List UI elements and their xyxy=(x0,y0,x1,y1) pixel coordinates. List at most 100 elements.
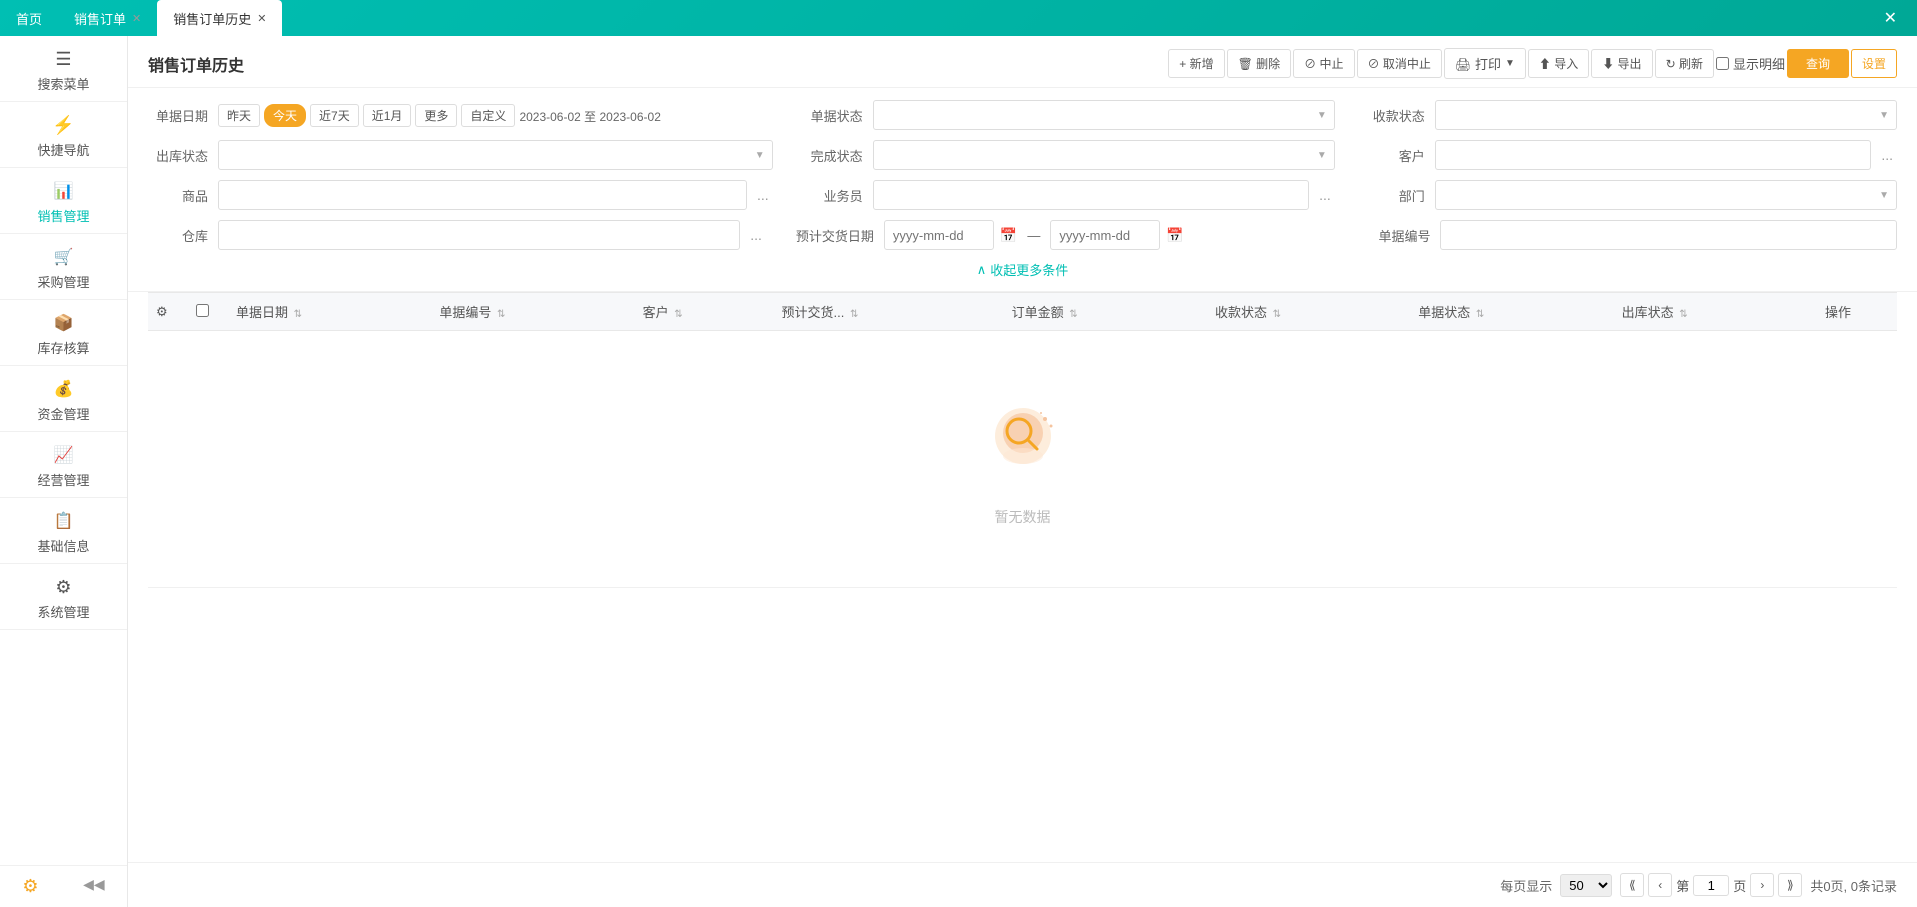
customer-label: 客户 xyxy=(1365,146,1435,165)
date-yesterday[interactable]: 昨天 xyxy=(218,104,260,127)
th-customer[interactable]: 客户 ⇅ xyxy=(635,293,774,331)
date-more[interactable]: 更多 xyxy=(415,104,457,127)
settings-button[interactable]: 设置 xyxy=(1851,49,1897,78)
date-custom[interactable]: 自定义 xyxy=(461,104,515,127)
stop-button[interactable]: ⊘ 中止 xyxy=(1293,49,1354,78)
order-no-input[interactable] xyxy=(1440,220,1897,250)
sidebar-item-search-menu-label: 搜索菜单 xyxy=(37,74,89,93)
th-order-no[interactable]: 单据编号 ⇅ xyxy=(431,293,634,331)
show-detail-input[interactable] xyxy=(1716,57,1729,70)
goods-ellipsis[interactable]: ... xyxy=(753,187,773,203)
th-checkbox xyxy=(188,293,228,331)
th-payment-status[interactable]: 收款状态 ⇅ xyxy=(1207,293,1410,331)
sidebar-item-finance[interactable]: 💰 资金管理 xyxy=(0,366,127,432)
tab-sales-order[interactable]: 销售订单 ✕ xyxy=(58,0,157,36)
order-no-label: 单据编号 xyxy=(1370,226,1440,245)
collapse-link[interactable]: ∧ 收起更多条件 xyxy=(148,260,1897,279)
department-select[interactable] xyxy=(1435,180,1897,210)
warehouse-input[interactable] xyxy=(218,220,740,250)
prev-page-btn[interactable]: ‹ xyxy=(1648,873,1672,897)
sidebar-item-search-menu[interactable]: ☰ 搜索菜单 xyxy=(0,36,127,102)
table-area: ⚙ 单据日期 ⇅ 单据编号 ⇅ xyxy=(128,292,1917,862)
th-date[interactable]: 单据日期 ⇅ xyxy=(228,293,431,331)
payment-status-select[interactable] xyxy=(1435,100,1897,130)
warehouse-ellipsis[interactable]: ... xyxy=(746,227,766,243)
next-page-btn[interactable]: › xyxy=(1750,873,1774,897)
sort-payment-status-icon: ⇅ xyxy=(1273,309,1281,320)
settings-icon: ⚙ xyxy=(156,304,168,319)
goods-label: 商品 xyxy=(148,186,218,205)
th-settings[interactable]: ⚙ xyxy=(148,293,188,331)
sidebar-item-operation[interactable]: 📈 经营管理 xyxy=(0,432,127,498)
date-7days[interactable]: 近7天 xyxy=(310,104,359,127)
date-range: 2023-06-02 至 2023-06-02 xyxy=(519,108,660,125)
completion-status-select[interactable] xyxy=(873,140,1335,170)
operation-icon: 📈 xyxy=(53,444,75,466)
show-detail-checkbox[interactable]: 显示明细 xyxy=(1716,54,1785,73)
collapse-label: 收起更多条件 xyxy=(990,260,1068,279)
sidebar-item-quick-nav-label: 快捷导航 xyxy=(37,140,89,159)
salesperson-input[interactable] xyxy=(873,180,1310,210)
calendar-from-icon[interactable]: 📅 xyxy=(1000,227,1017,244)
sort-order-no-icon: ⇅ xyxy=(497,309,505,320)
date-separator: — xyxy=(1021,228,1046,243)
export-button[interactable]: ⬇ 导出 xyxy=(1591,49,1652,78)
first-page-btn[interactable]: ⟪ xyxy=(1620,873,1644,897)
th-expected-delivery[interactable]: 预计交货... ⇅ xyxy=(774,293,1004,331)
page-header: 销售订单历史 + 新增 🗑 删除 ⊘ 中止 ⊘ 取消中止 🖨 打印 ▼ ⬆ 导入… xyxy=(128,36,1917,88)
collapse-up-icon: ∧ xyxy=(977,262,987,278)
customer-input[interactable] xyxy=(1435,140,1872,170)
order-status-select[interactable] xyxy=(873,100,1335,130)
import-button[interactable]: ⬆ 导入 xyxy=(1528,49,1589,78)
delivery-status-select[interactable] xyxy=(218,140,773,170)
search-button[interactable]: 查询 xyxy=(1787,49,1849,78)
last-page-btn[interactable]: ⟫ xyxy=(1778,873,1802,897)
tab-home-label: 首页 xyxy=(16,9,42,28)
page-footer: 每页显示 50 10 20 100 ⟪ ‹ 第 页 › ⟫ 共0页, 0条记录 xyxy=(128,862,1917,907)
sort-expected-delivery-icon: ⇅ xyxy=(850,309,858,320)
date-1month[interactable]: 近1月 xyxy=(363,104,412,127)
search-menu-icon: ☰ xyxy=(53,48,75,70)
delivery-status-label: 出库状态 xyxy=(148,146,218,165)
sidebar-item-base-info[interactable]: 📋 基础信息 xyxy=(0,498,127,564)
customer-ellipsis[interactable]: ... xyxy=(1877,147,1897,163)
expected-date-label: 预计交货日期 xyxy=(796,226,884,245)
refresh-button[interactable]: ↻ 刷新 xyxy=(1655,49,1714,78)
top-bar: 首页 销售订单 ✕ 销售订单历史 ✕ ✕ xyxy=(0,0,1917,36)
cancel-stop-button[interactable]: ⊘ 取消中止 xyxy=(1357,49,1442,78)
tab-sales-order-history[interactable]: 销售订单历史 ✕ xyxy=(157,0,282,36)
th-order-status[interactable]: 单据状态 ⇅ xyxy=(1410,293,1613,331)
th-amount[interactable]: 订单金额 ⇅ xyxy=(1004,293,1207,331)
sidebar-item-quick-nav[interactable]: ⚡ 快捷导航 xyxy=(0,102,127,168)
sidebar-item-inventory[interactable]: 📦 库存核算 xyxy=(0,300,127,366)
page-input[interactable] xyxy=(1693,875,1729,896)
calendar-to-icon[interactable]: 📅 xyxy=(1166,227,1183,244)
select-all-checkbox[interactable] xyxy=(196,304,209,317)
print-button[interactable]: 🖨 打印 ▼ xyxy=(1444,48,1526,79)
salesperson-ellipsis[interactable]: ... xyxy=(1315,187,1335,203)
sidebar-item-sales-mgmt[interactable]: 📊 销售管理 xyxy=(0,168,127,234)
date-today[interactable]: 今天 xyxy=(264,104,306,127)
delete-button[interactable]: 🗑 删除 xyxy=(1227,49,1292,78)
sidebar-item-purchase-mgmt[interactable]: 🛒 采购管理 xyxy=(0,234,127,300)
expected-date-from[interactable] xyxy=(884,220,994,250)
empty-illustration xyxy=(973,391,1073,491)
per-page-select[interactable]: 50 10 20 100 xyxy=(1560,874,1612,897)
expected-date-to[interactable] xyxy=(1050,220,1160,250)
th-delivery-status[interactable]: 出库状态 ⇅ xyxy=(1614,293,1817,331)
new-button[interactable]: + 新增 xyxy=(1168,49,1224,78)
goods-input[interactable] xyxy=(218,180,747,210)
sidebar-item-sys-mgmt[interactable]: ⚙ 系统管理 xyxy=(0,564,127,630)
tab-sales-order-history-close[interactable]: ✕ xyxy=(257,12,266,25)
sort-date-icon: ⇅ xyxy=(294,309,302,320)
tab-home[interactable]: 首页 xyxy=(0,0,58,36)
show-detail-label: 显示明细 xyxy=(1733,54,1785,73)
purchase-mgmt-icon: 🛒 xyxy=(53,246,75,268)
window-close-btn[interactable]: ✕ xyxy=(1876,4,1905,32)
quick-nav-icon: ⚡ xyxy=(53,114,75,136)
tab-sales-order-close[interactable]: ✕ xyxy=(132,12,141,25)
sidebar-settings-icon[interactable]: ⚙ xyxy=(22,876,38,897)
sidebar-collapse-icon[interactable]: ◀◀ xyxy=(83,876,105,897)
tab-sales-order-label: 销售订单 xyxy=(74,9,126,28)
data-table: ⚙ 单据日期 ⇅ 单据编号 ⇅ xyxy=(148,292,1897,588)
